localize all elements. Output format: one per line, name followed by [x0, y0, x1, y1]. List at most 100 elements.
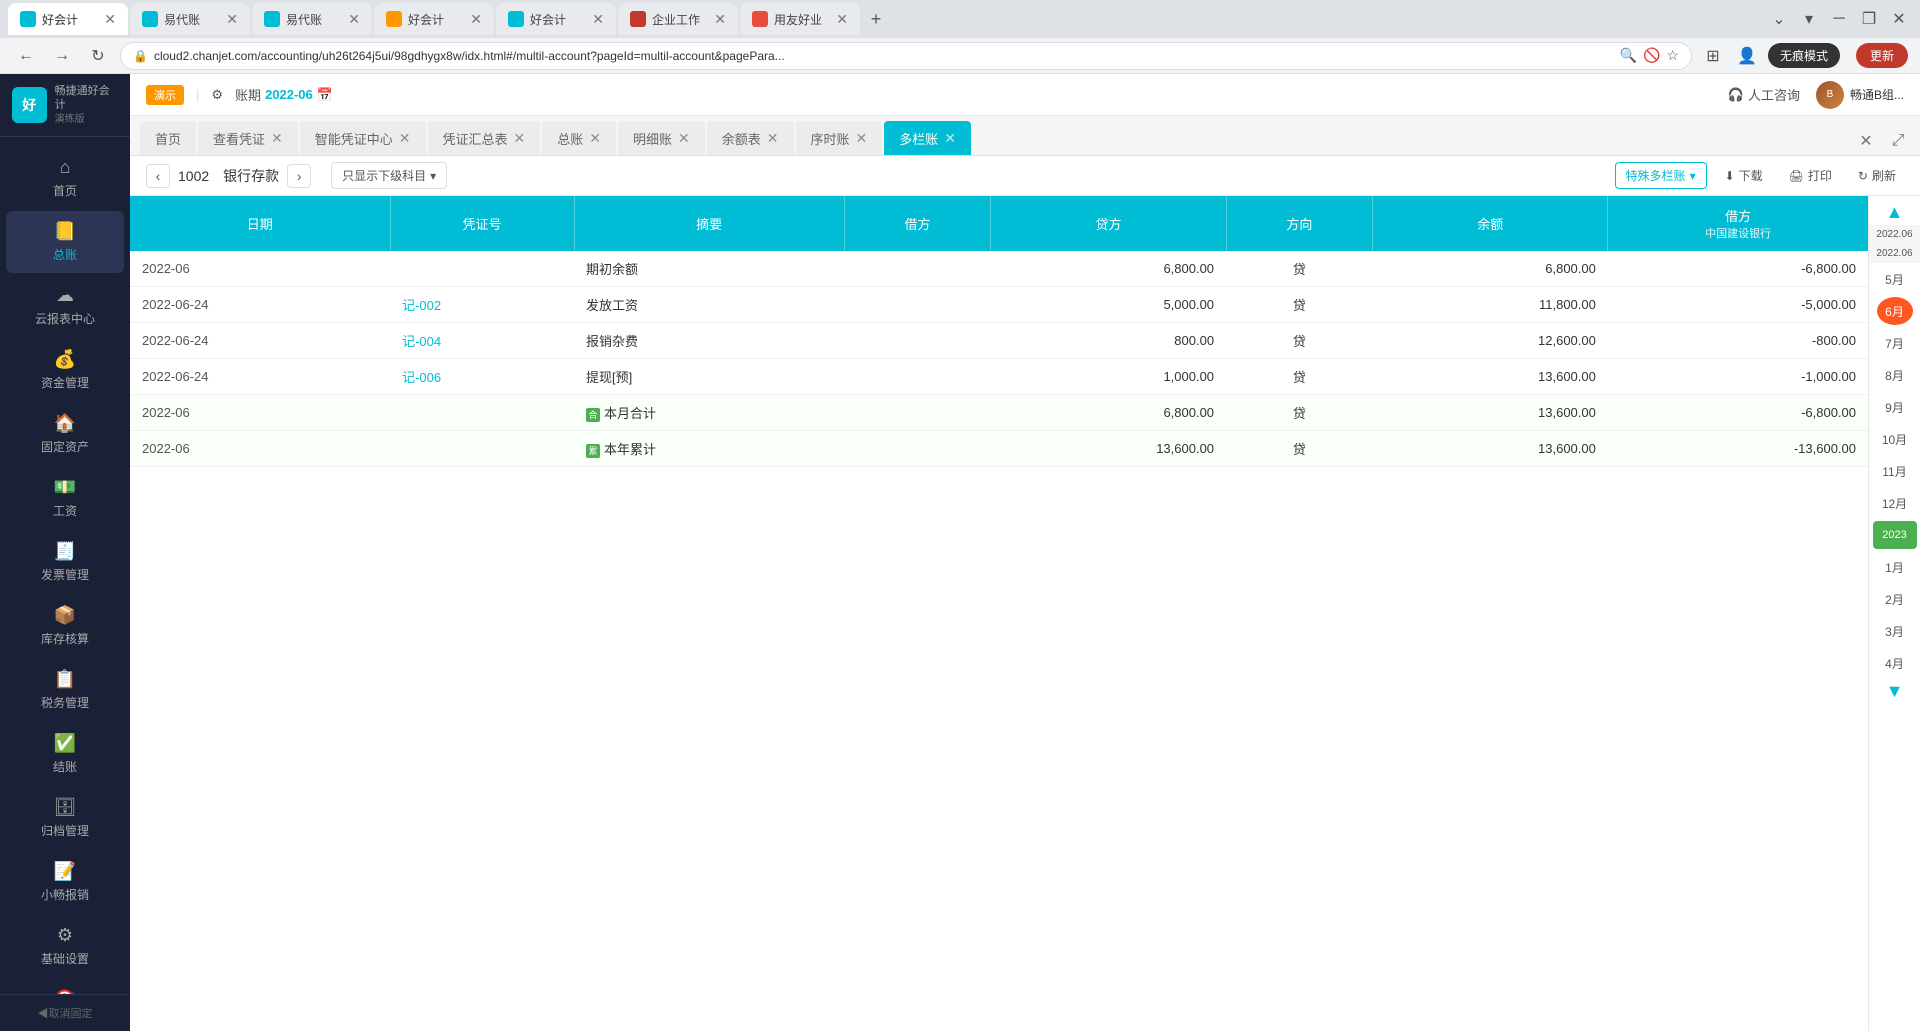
print-button[interactable]: 🖨 打印 — [1781, 163, 1840, 188]
browser-tab-2[interactable]: 易代账 ✕ — [252, 3, 372, 35]
calendar-month-3-2023[interactable]: 3月 — [1873, 617, 1917, 645]
subject-filter-dropdown[interactable]: 只显示下级科目 ▾ — [331, 162, 447, 189]
calendar-month-5[interactable]: 5月 — [1873, 265, 1917, 293]
window-restore-button[interactable] — [1856, 6, 1882, 32]
calendar-month-12[interactable]: 12月 — [1873, 489, 1917, 517]
calendar-month-1-2023[interactable]: 1月 — [1873, 553, 1917, 581]
download-button[interactable]: ⬇ 下载 — [1717, 163, 1771, 188]
tab-balance[interactable]: 余额表 ✕ — [707, 121, 794, 155]
tab-smart-voucher-close-icon[interactable]: ✕ — [399, 130, 411, 147]
browser-tab-6[interactable]: 用友好业 ✕ — [740, 3, 860, 35]
voucher-link[interactable]: 记-006 — [402, 370, 441, 385]
tab-smart-voucher[interactable]: 智能凭证中心 ✕ — [300, 121, 426, 155]
td-credit: 6,800.00 — [991, 395, 1226, 431]
update-button[interactable]: 更新 — [1856, 43, 1908, 68]
sidebar-collapse-button[interactable]: ◀取消固定 — [0, 994, 130, 1031]
refresh-button[interactable]: ↻ 刷新 — [1850, 163, 1904, 188]
tab-sequence-close-icon[interactable]: ✕ — [856, 130, 868, 147]
sidebar-item-tax[interactable]: 📋 税务管理 — [6, 659, 124, 721]
window-close-button[interactable] — [1886, 6, 1912, 32]
sidebar-item-archive[interactable]: 🗄 归档管理 — [6, 787, 124, 849]
browser-tab-active[interactable]: 好会计 ✕ — [8, 3, 128, 35]
tab-label-multi-column: 多栏账 — [899, 129, 938, 148]
sidebar-item-settings[interactable]: ⚙ 基础设置 — [6, 915, 124, 977]
sidebar-item-ledger[interactable]: 📒 总账 — [6, 211, 124, 273]
browser-tab-1[interactable]: 易代账 ✕ — [130, 3, 250, 35]
sidebar-item-assets[interactable]: 🏠 固定资产 — [6, 403, 124, 465]
sidebar-item-fund[interactable]: 💰 资金管理 — [6, 339, 124, 401]
special-account-button[interactable]: 特殊多栏账 ▾ — [1615, 162, 1707, 189]
voucher-link[interactable]: 记-002 — [402, 298, 441, 313]
incognito-icon[interactable]: 🚫 — [1643, 47, 1660, 64]
back-button[interactable]: ← — [12, 42, 40, 70]
sidebar-item-report[interactable]: ☁ 云报表中心 — [6, 275, 124, 337]
voucher-link[interactable]: 记-004 — [402, 334, 441, 349]
tab-sequence[interactable]: 序时账 ✕ — [796, 121, 883, 155]
tab-voucher-close-icon[interactable]: ✕ — [271, 130, 283, 147]
search-icon[interactable]: 🔍 — [1620, 47, 1637, 64]
calendar-icon[interactable]: 📅 — [317, 87, 333, 103]
tab-close-icon[interactable]: ✕ — [592, 11, 604, 28]
calendar-month-4-2023[interactable]: 4月 — [1873, 649, 1917, 677]
account-next-button[interactable]: › — [287, 164, 311, 188]
tab-general-ledger-close-icon[interactable]: ✕ — [589, 130, 601, 147]
tab-voucher[interactable]: 查看凭证 ✕ — [198, 121, 298, 155]
sidebar-item-expense[interactable]: 📝 小畅报销 — [6, 851, 124, 913]
tab-close-icon[interactable]: ✕ — [104, 11, 116, 28]
calendar-month-2-2023[interactable]: 2月 — [1873, 585, 1917, 613]
sidebar-item-salary[interactable]: 💵 工资 — [6, 467, 124, 529]
tab-close-icon[interactable]: ✕ — [470, 11, 482, 28]
account-prev-button[interactable]: ‹ — [146, 164, 170, 188]
calendar-month-7[interactable]: 7月 — [1873, 329, 1917, 357]
sidebar-item-guide[interactable]: 🎯 新手引导 — [6, 979, 124, 994]
calendar-scroll-down[interactable]: ▼ — [1886, 679, 1904, 704]
th-summary: 摘要 — [574, 196, 844, 251]
user-avatar[interactable]: B — [1816, 81, 1844, 109]
tab-voucher-summary[interactable]: 凭证汇总表 ✕ — [428, 121, 541, 155]
calendar-month-10[interactable]: 10月 — [1873, 425, 1917, 453]
tab-close-icon[interactable]: ✕ — [714, 11, 726, 28]
calendar-month-8[interactable]: 8月 — [1873, 361, 1917, 389]
tab-home[interactable]: 首页 — [140, 121, 196, 155]
sidebar-item-home[interactable]: ⌂ 首页 — [6, 147, 124, 209]
url-input[interactable]: 🔒 cloud2.chanjet.com/accounting/uh26t264… — [120, 42, 1692, 70]
tab-maximize-window-btn[interactable]: ⤢ — [1884, 127, 1912, 155]
extensions-button[interactable]: ⊞ — [1700, 43, 1726, 69]
settings-btn[interactable]: ⚙ — [211, 87, 223, 103]
dropdown-button[interactable]: ▾ — [1796, 6, 1822, 32]
calendar-month-9[interactable]: 9月 — [1873, 393, 1917, 421]
new-tab-button[interactable]: + — [862, 5, 890, 33]
tab-voucher-summary-close-icon[interactable]: ✕ — [514, 130, 526, 147]
bookmark-icon[interactable]: ☆ — [1666, 47, 1679, 64]
tab-close-window-btn[interactable]: ✕ — [1852, 127, 1880, 155]
stealth-mode-button[interactable]: 无痕模式 — [1768, 43, 1840, 68]
calendar-scroll-up[interactable]: ▲ — [1886, 200, 1904, 225]
sidebar-item-invoice[interactable]: 🧾 发票管理 — [6, 531, 124, 593]
calendar-month-6[interactable]: 6月 — [1877, 297, 1913, 325]
tab-multi-column[interactable]: 多栏账 ✕ — [884, 121, 971, 155]
calendar-month-11[interactable]: 11月 — [1873, 457, 1917, 485]
ai-consult-button[interactable]: 🎧 人工咨询 — [1728, 85, 1800, 104]
browser-tab-3[interactable]: 好会计 ✕ — [374, 3, 494, 35]
window-controls: ⌄ ▾ — [1766, 6, 1912, 32]
td-extra: -800.00 — [1608, 323, 1868, 359]
tab-close-icon[interactable]: ✕ — [226, 11, 238, 28]
invoice-icon: 🧾 — [54, 541, 76, 562]
tab-close-icon[interactable]: ✕ — [348, 11, 360, 28]
browser-tab-4[interactable]: 好会计 ✕ — [496, 3, 616, 35]
sidebar-item-close[interactable]: ✅ 结账 — [6, 723, 124, 785]
tab-label-voucher-summary: 凭证汇总表 — [443, 129, 508, 148]
sidebar-item-inventory[interactable]: 📦 库存核算 — [6, 595, 124, 657]
tab-general-ledger[interactable]: 总账 ✕ — [542, 121, 616, 155]
profile-button[interactable]: 👤 — [1734, 43, 1760, 69]
tab-close-icon[interactable]: ✕ — [836, 11, 848, 28]
tab-detail-ledger-close-icon[interactable]: ✕ — [678, 130, 690, 147]
reload-button[interactable]: ↻ — [84, 42, 112, 70]
tab-multi-column-close-icon[interactable]: ✕ — [944, 130, 956, 147]
tab-balance-close-icon[interactable]: ✕ — [767, 130, 779, 147]
window-minimize-button[interactable] — [1826, 6, 1852, 32]
browser-tab-5[interactable]: 企业工作 ✕ — [618, 3, 738, 35]
minimize-button[interactable]: ⌄ — [1766, 6, 1792, 32]
forward-button[interactable]: → — [48, 42, 76, 70]
tab-detail-ledger[interactable]: 明细账 ✕ — [618, 121, 705, 155]
